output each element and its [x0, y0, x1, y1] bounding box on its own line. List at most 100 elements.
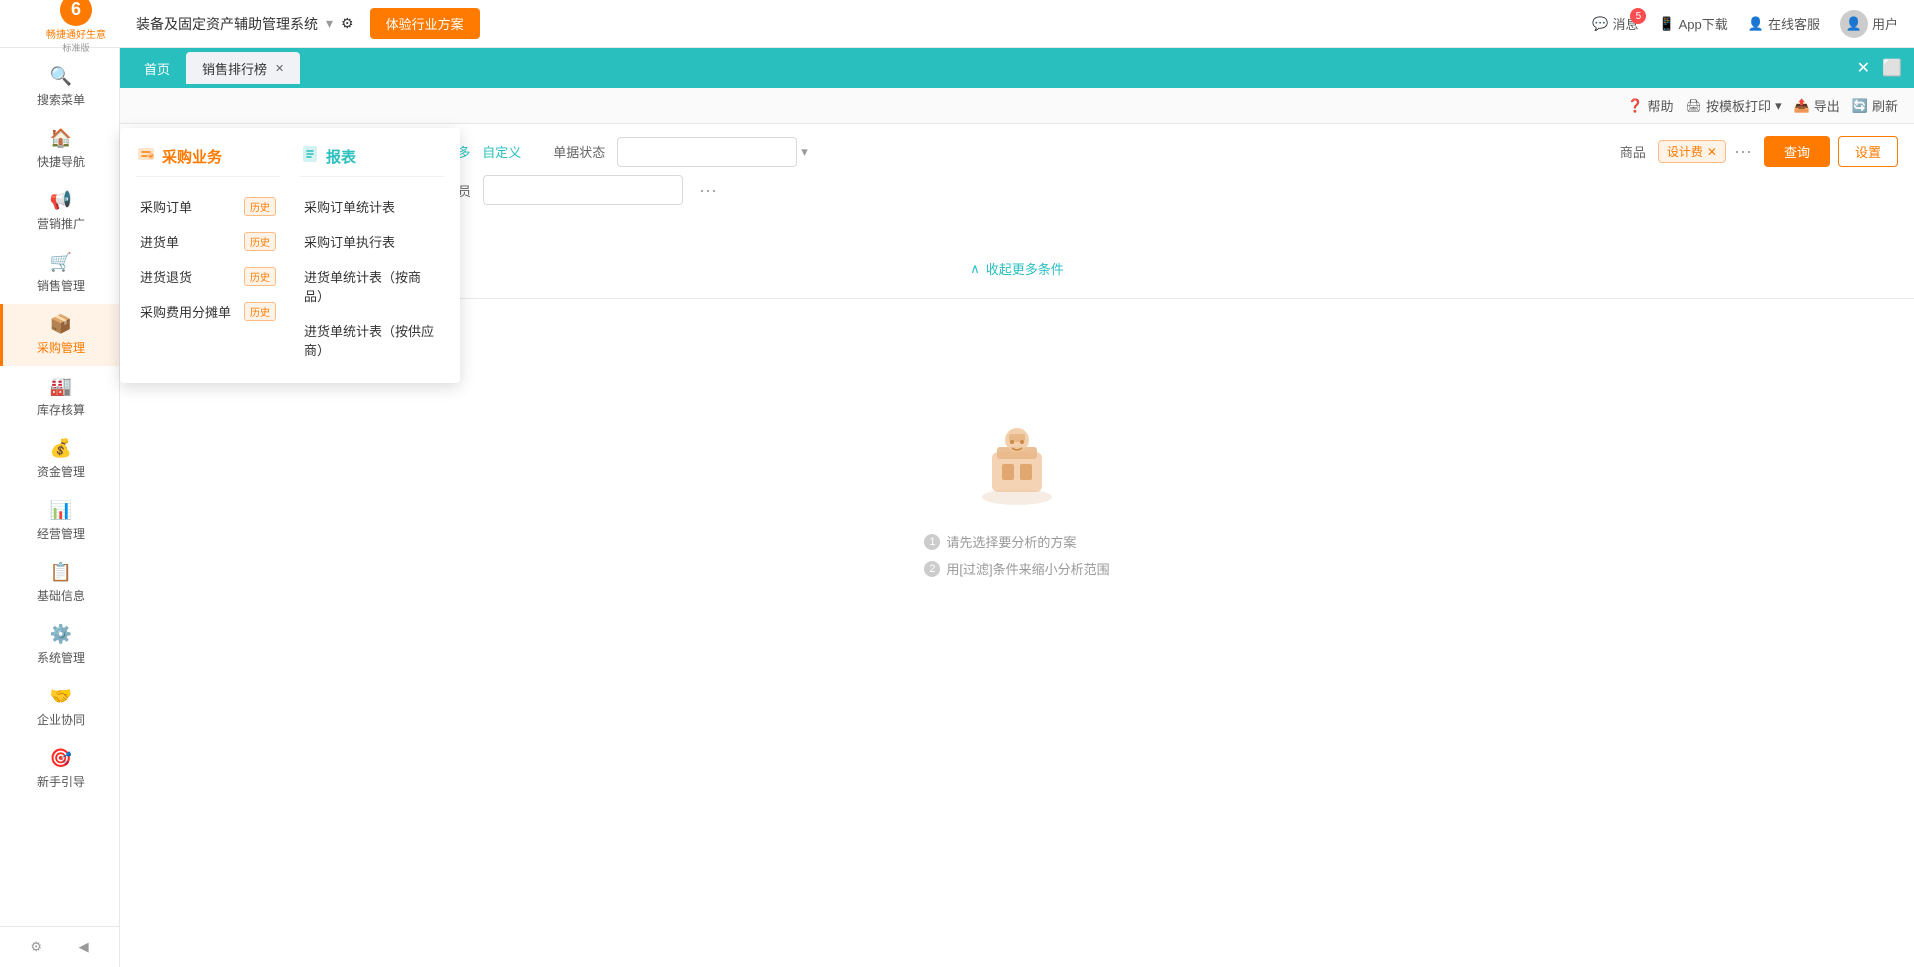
salesperson-ellipsis[interactable]: ···	[699, 180, 717, 201]
sidebar-label-guide: 新手引导	[37, 773, 85, 790]
tab-close-btn[interactable]: ✕	[1853, 54, 1874, 82]
purchase-dropdown-menu: 采购业务 采购订单 历史 进货单 历史 进货退货 历史	[120, 128, 460, 383]
menu-item-receive[interactable]: 进货单 历史	[136, 224, 280, 259]
system-icon: ⚙️	[50, 624, 72, 645]
goods-ellipsis[interactable]: ···	[1734, 141, 1752, 162]
order-exec-label: 采购订单执行表	[304, 232, 395, 251]
logo-sub: 标准版	[62, 41, 89, 54]
receive-label: 进货单	[140, 232, 179, 251]
salesperson-input[interactable]	[483, 175, 683, 205]
collapse-label: 收起更多条件	[986, 259, 1064, 278]
sidebar-item-marketing[interactable]: 📢 营销推广	[0, 180, 119, 242]
sidebar-item-guide[interactable]: 🎯 新手引导	[0, 738, 119, 800]
doc-status-input[interactable]	[617, 137, 797, 167]
phone-icon: 📱	[1658, 16, 1674, 32]
refresh-btn[interactable]: 🔄 刷新	[1852, 96, 1898, 115]
sidebar: 🔍 搜索菜单 🏠 快捷导航 📢 营销推广 🛒 销售管理 📦 采购管理 🏭 库存核…	[0, 48, 120, 967]
collapse-sidebar-icon[interactable]: ◀	[79, 939, 89, 955]
sidebar-label-cooperation: 企业协同	[37, 711, 85, 728]
menu-item-cost-alloc[interactable]: 采购费用分摊单 历史	[136, 294, 280, 329]
online-service-label: 在线客服	[1768, 14, 1820, 33]
sidebar-item-basic-info[interactable]: 📋 基础信息	[0, 552, 119, 614]
sales-icon: 🛒	[50, 252, 72, 273]
inventory-icon: 🏭	[50, 376, 72, 397]
hint-text-1: 请先选择要分析的方案	[946, 532, 1076, 551]
sidebar-item-operations[interactable]: 📊 经营管理	[0, 490, 119, 552]
sidebar-item-inventory[interactable]: 🏭 库存核算	[0, 366, 119, 428]
report-col-title: 报表	[326, 146, 356, 167]
system-title-text: 装备及固定资产辅助管理系统	[136, 14, 318, 34]
sidebar-item-quick-nav[interactable]: 🏠 快捷导航	[0, 118, 119, 180]
tab-expand-btn[interactable]: ⬜	[1878, 54, 1906, 82]
tab-home[interactable]: 首页	[128, 52, 186, 84]
return-history: 历史	[244, 267, 276, 286]
goods-tag-close[interactable]: ✕	[1707, 145, 1717, 159]
export-label: 导出	[1814, 96, 1840, 115]
purchase-col-title: 采购业务	[162, 146, 222, 167]
sidebar-item-search[interactable]: 🔍 搜索菜单	[0, 56, 119, 118]
report-col-header: 报表	[300, 144, 444, 177]
sidebar-label-purchase: 采购管理	[37, 339, 85, 356]
menu-item-receive-stats-goods[interactable]: 进货单统计表（按商品）	[300, 259, 444, 313]
sidebar-label-quick-nav: 快捷导航	[37, 153, 85, 170]
content-area: 首页 销售排行榜 ✕ ✕ ⬜ ❓ 帮助 🖨	[120, 48, 1914, 967]
user-label: 用户	[1872, 14, 1898, 33]
export-btn[interactable]: 📤 导出	[1794, 96, 1840, 115]
sidebar-item-finance[interactable]: 💰 资金管理	[0, 428, 119, 490]
purchase-col-header: 采购业务	[136, 144, 280, 177]
menu-item-purchase-order[interactable]: 采购订单 历史	[136, 189, 280, 224]
user-item[interactable]: 👤 用户	[1840, 10, 1898, 38]
hint-1: 1 请先选择要分析的方案	[924, 532, 1109, 551]
settings-icon[interactable]: ⚙	[341, 15, 354, 32]
purchase-order-history: 历史	[244, 197, 276, 216]
sidebar-item-cooperation[interactable]: 🤝 企业协同	[0, 676, 119, 738]
doc-status-dropdown[interactable]: ▾	[801, 144, 808, 160]
collapse-icon: ∧	[970, 261, 980, 277]
hint-num-1: 1	[924, 534, 940, 550]
goods-tag-text: 设计费	[1667, 143, 1703, 160]
menu-item-receive-stats-supplier[interactable]: 进货单统计表（按供应商）	[300, 313, 444, 367]
tab-close-icon[interactable]: ✕	[275, 62, 284, 75]
purchase-icon: 📦	[50, 314, 72, 335]
purchase-order-label: 采购订单	[140, 197, 192, 216]
online-service-item[interactable]: 👤 在线客服	[1748, 14, 1820, 33]
industry-button[interactable]: 体验行业方案	[370, 8, 480, 39]
tab-home-label: 首页	[144, 59, 170, 78]
tab-sales-ranking[interactable]: 销售排行榜 ✕	[186, 52, 300, 84]
sidebar-item-purchase[interactable]: 📦 采购管理	[0, 304, 119, 366]
print-label: 按模板打印	[1706, 96, 1771, 115]
marketing-icon: 📢	[50, 190, 72, 211]
setting-button[interactable]: 设置	[1838, 136, 1898, 167]
sidebar-label-inventory: 库存核算	[37, 401, 85, 418]
hint-text-2: 用[过滤]条件来缩小分析范围	[946, 559, 1109, 578]
help-icon: ❓	[1627, 98, 1643, 114]
search-icon: 🔍	[50, 66, 72, 87]
report-col-icon	[300, 144, 320, 168]
app-download-item[interactable]: 📱 App下载	[1658, 14, 1727, 33]
sidebar-label-finance: 资金管理	[37, 463, 85, 480]
query-button[interactable]: 查询	[1764, 136, 1830, 167]
menu-item-order-stats[interactable]: 采购订单统计表	[300, 189, 444, 224]
cooperation-icon: 🤝	[50, 686, 72, 707]
system-dropdown-icon[interactable]: ▾	[326, 15, 333, 32]
settings-bottom-icon[interactable]: ⚙	[30, 939, 42, 955]
date-custom[interactable]: 自定义	[482, 142, 521, 161]
purchase-col-icon	[136, 144, 156, 168]
sidebar-label-system: 系统管理	[37, 649, 85, 666]
receive-history: 历史	[244, 232, 276, 251]
dropdown-cols: 采购业务 采购订单 历史 进货单 历史 进货退货 历史	[136, 144, 444, 367]
receive-stats-supplier-label: 进货单统计表（按供应商）	[304, 321, 440, 359]
sidebar-item-sales[interactable]: 🛒 销售管理	[0, 242, 119, 304]
finance-icon: 💰	[50, 438, 72, 459]
help-btn[interactable]: ❓ 帮助	[1627, 96, 1673, 115]
logo-area: 6 畅捷通好生意 标准版	[16, 0, 136, 54]
top-header: 6 畅捷通好生意 标准版 装备及固定资产辅助管理系统 ▾ ⚙ 体验行业方案 💬 …	[0, 0, 1914, 48]
message-item[interactable]: 💬 消息 5	[1592, 14, 1638, 33]
print-template-btn[interactable]: 🖨 按模板打印 ▾	[1686, 96, 1782, 115]
main-layout: 🔍 搜索菜单 🏠 快捷导航 📢 营销推广 🛒 销售管理 📦 采购管理 🏭 库存核…	[0, 48, 1914, 967]
menu-item-order-exec[interactable]: 采购订单执行表	[300, 224, 444, 259]
avatar: 👤	[1840, 10, 1868, 38]
menu-item-return[interactable]: 进货退货 历史	[136, 259, 280, 294]
tab-sales-ranking-label: 销售排行榜	[202, 59, 267, 78]
sidebar-item-system[interactable]: ⚙️ 系统管理	[0, 614, 119, 676]
